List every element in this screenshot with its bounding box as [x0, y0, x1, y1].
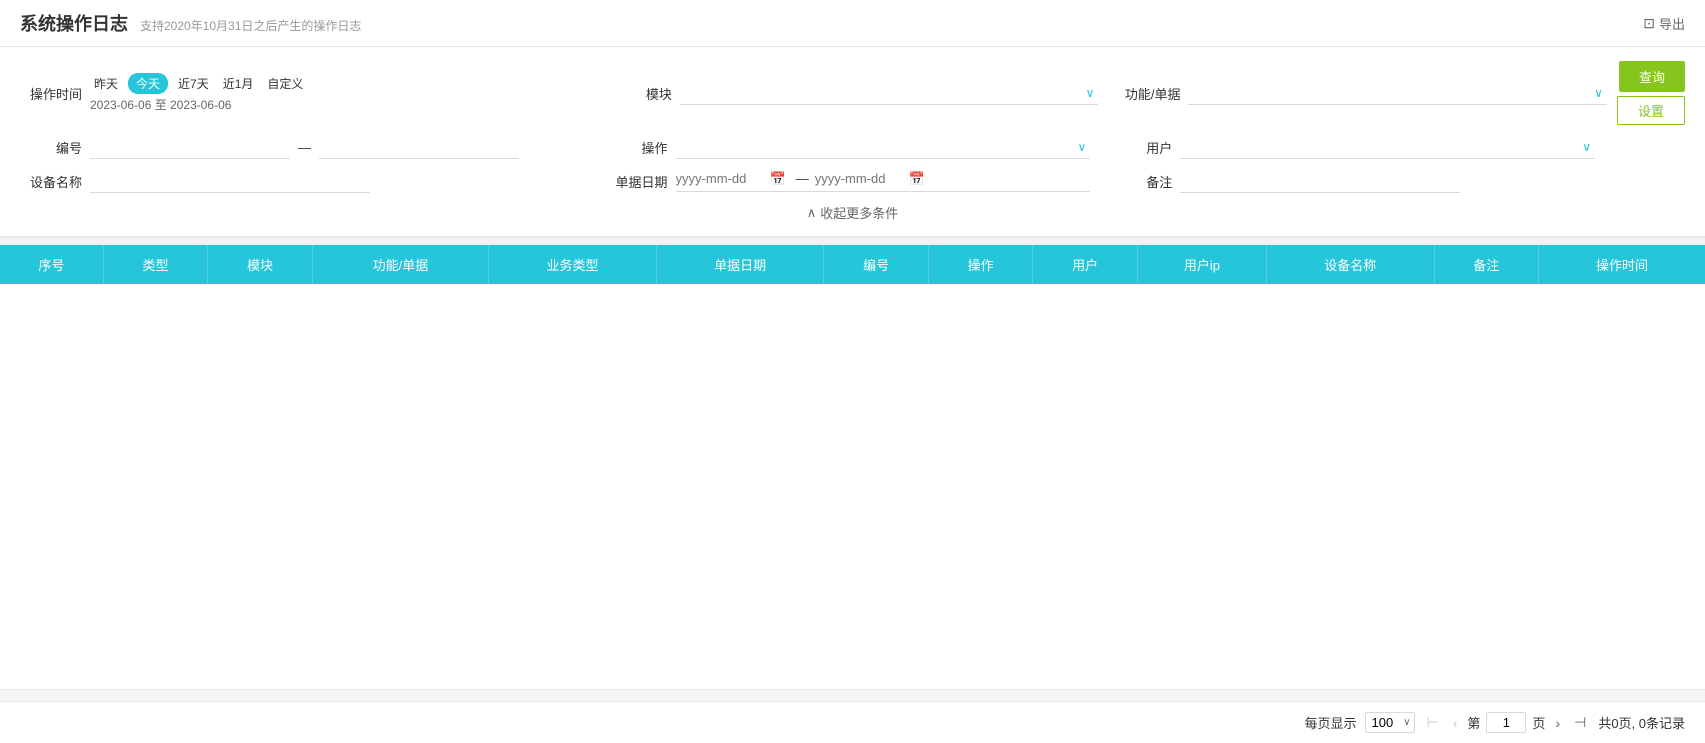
- function-segment: 功能/单据 ∨: [1118, 81, 1607, 105]
- next-page-button[interactable]: ›: [1551, 713, 1564, 733]
- device-segment: 设备名称: [20, 169, 586, 193]
- settings-button[interactable]: 设置: [1617, 96, 1685, 125]
- serial-input-to[interactable]: [319, 135, 519, 159]
- col-device: 设备名称: [1266, 245, 1434, 284]
- filter-row-3: 设备名称 单据日期 📅 — 📅 备注: [20, 169, 1685, 193]
- last-page-button[interactable]: ⊣: [1570, 712, 1590, 733]
- table-header-row: 序号 类型 模块 功能/单据 业务类型 单据日期 编号 操作 用户 用户ip 设…: [0, 245, 1705, 284]
- module-dropdown-wrapper: ∨: [680, 81, 1099, 105]
- doc-date-range: 📅 — 📅: [676, 171, 1091, 192]
- operation-select[interactable]: [676, 135, 1091, 158]
- col-operation: 操作: [928, 245, 1032, 284]
- collapse-button[interactable]: ∧ 收起更多条件: [807, 203, 899, 222]
- user-label: 用户: [1110, 138, 1180, 157]
- col-user-ip: 用户ip: [1137, 245, 1266, 284]
- pagination: 每页显示 10 20 50 100 200 ∨ ⊢ ‹ 第 页 › ⊣ 共0页,…: [0, 701, 1705, 743]
- page-number-input[interactable]: [1486, 712, 1526, 733]
- remark-input[interactable]: [1180, 169, 1460, 193]
- device-input[interactable]: [90, 169, 370, 193]
- scrollbar-area[interactable]: [0, 689, 1705, 701]
- page-subtitle: 支持2020年10月31日之后产生的操作日志: [140, 17, 361, 34]
- data-table: 序号 类型 模块 功能/单据 业务类型 单据日期 编号 操作 用户 用户ip 设…: [0, 245, 1705, 284]
- col-function: 功能/单据: [312, 245, 488, 284]
- filter-area: 操作时间 昨天 今天 近7天 近1月 自定义 2023-06-06 至 2023…: [0, 47, 1705, 237]
- remark-segment: 备注: [1110, 169, 1595, 193]
- scrollbar-inner: [0, 690, 1600, 701]
- serial-input-from[interactable]: [90, 135, 290, 159]
- pagination-nav: ⊢ ‹ 第 页 › ⊣: [1423, 712, 1591, 733]
- filter-row-2: 编号 — 操作 ∨ 用户: [20, 135, 1685, 159]
- export-button[interactable]: ⊡ 导出: [1643, 14, 1685, 33]
- collapse-icon: ∧: [807, 205, 817, 221]
- time-btn-today[interactable]: 今天: [128, 73, 168, 94]
- operation-segment: 操作 ∨: [606, 135, 1091, 159]
- doc-date-separator: —: [796, 171, 809, 186]
- total-label: 共0页, 0条记录: [1598, 713, 1685, 732]
- module-select[interactable]: [680, 81, 1099, 104]
- collapse-row: ∧ 收起更多条件: [20, 203, 1685, 222]
- time-filter-segment: 操作时间 昨天 今天 近7天 近1月 自定义 2023-06-06 至 2023…: [20, 73, 590, 113]
- query-button[interactable]: 查询: [1619, 61, 1685, 92]
- header-left: 系统操作日志 支持2020年10月31日之后产生的操作日志: [20, 10, 361, 36]
- col-module: 模块: [208, 245, 312, 284]
- filter-row-1: 操作时间 昨天 今天 近7天 近1月 自定义 2023-06-06 至 2023…: [20, 61, 1685, 125]
- empty-state: [0, 284, 1705, 584]
- function-select[interactable]: [1188, 81, 1607, 104]
- function-dropdown-wrapper: ∨: [1188, 81, 1607, 105]
- serial-label: 编号: [20, 138, 90, 157]
- device-label: 设备名称: [20, 172, 90, 191]
- col-operation-time: 操作时间: [1539, 245, 1705, 284]
- calendar-to-icon[interactable]: 📅: [909, 171, 925, 187]
- user-segment: 用户 ∨: [1110, 135, 1595, 159]
- time-btn-1month[interactable]: 近1月: [219, 73, 258, 94]
- page-size-wrapper: 10 20 50 100 200 ∨: [1365, 712, 1415, 733]
- doc-date-to-input[interactable]: [815, 171, 905, 186]
- module-label: 模块: [610, 84, 680, 103]
- time-btn-custom[interactable]: 自定义: [263, 73, 307, 94]
- page-suffix-label: 页: [1532, 713, 1545, 732]
- prev-page-button[interactable]: ‹: [1449, 713, 1462, 733]
- remark-label: 备注: [1110, 172, 1180, 191]
- table-section: 序号 类型 模块 功能/单据 业务类型 单据日期 编号 操作 用户 用户ip 设…: [0, 245, 1705, 689]
- collapse-label: 收起更多条件: [820, 203, 898, 222]
- page-size-select[interactable]: 10 20 50 100 200: [1365, 712, 1415, 733]
- time-label: 操作时间: [20, 84, 90, 103]
- page-header: 系统操作日志 支持2020年10月31日之后产生的操作日志 ⊡ 导出: [0, 0, 1705, 47]
- time-filter-wrapper: 昨天 今天 近7天 近1月 自定义 2023-06-06 至 2023-06-0…: [90, 73, 307, 113]
- function-label: 功能/单据: [1118, 84, 1188, 103]
- col-serial: 序号: [0, 245, 103, 284]
- table-header: 序号 类型 模块 功能/单据 业务类型 单据日期 编号 操作 用户 用户ip 设…: [0, 245, 1705, 284]
- col-business-type: 业务类型: [489, 245, 657, 284]
- per-page-label: 每页显示: [1305, 713, 1357, 732]
- serial-segment: 编号 —: [20, 135, 586, 159]
- col-type: 类型: [103, 245, 207, 284]
- user-select[interactable]: [1180, 135, 1595, 158]
- action-buttons: 查询 设置: [1617, 61, 1685, 125]
- col-number: 编号: [824, 245, 928, 284]
- time-filter-group: 昨天 今天 近7天 近1月 自定义: [90, 73, 307, 94]
- doc-date-label: 单据日期: [606, 172, 676, 191]
- date-range-display: 2023-06-06 至 2023-06-06: [90, 96, 307, 113]
- operation-dropdown-wrapper: ∨: [676, 135, 1091, 159]
- module-segment: 模块 ∨: [610, 81, 1099, 105]
- page-prefix-label: 第: [1467, 713, 1480, 732]
- page-title: 系统操作日志: [20, 10, 128, 36]
- doc-date-segment: 单据日期 📅 — 📅: [606, 171, 1091, 192]
- col-user: 用户: [1033, 245, 1137, 284]
- operation-label: 操作: [606, 138, 676, 157]
- export-label: 导出: [1659, 14, 1685, 33]
- first-page-button[interactable]: ⊢: [1423, 712, 1443, 733]
- col-remark: 备注: [1434, 245, 1538, 284]
- user-dropdown-wrapper: ∨: [1180, 135, 1595, 159]
- calendar-from-icon[interactable]: 📅: [770, 171, 786, 187]
- serial-dash: —: [298, 140, 311, 155]
- col-doc-date: 单据日期: [656, 245, 824, 284]
- export-icon: ⊡: [1643, 15, 1655, 32]
- time-btn-7days[interactable]: 近7天: [174, 73, 213, 94]
- time-btn-yesterday[interactable]: 昨天: [90, 73, 122, 94]
- doc-date-from-input[interactable]: [676, 171, 766, 186]
